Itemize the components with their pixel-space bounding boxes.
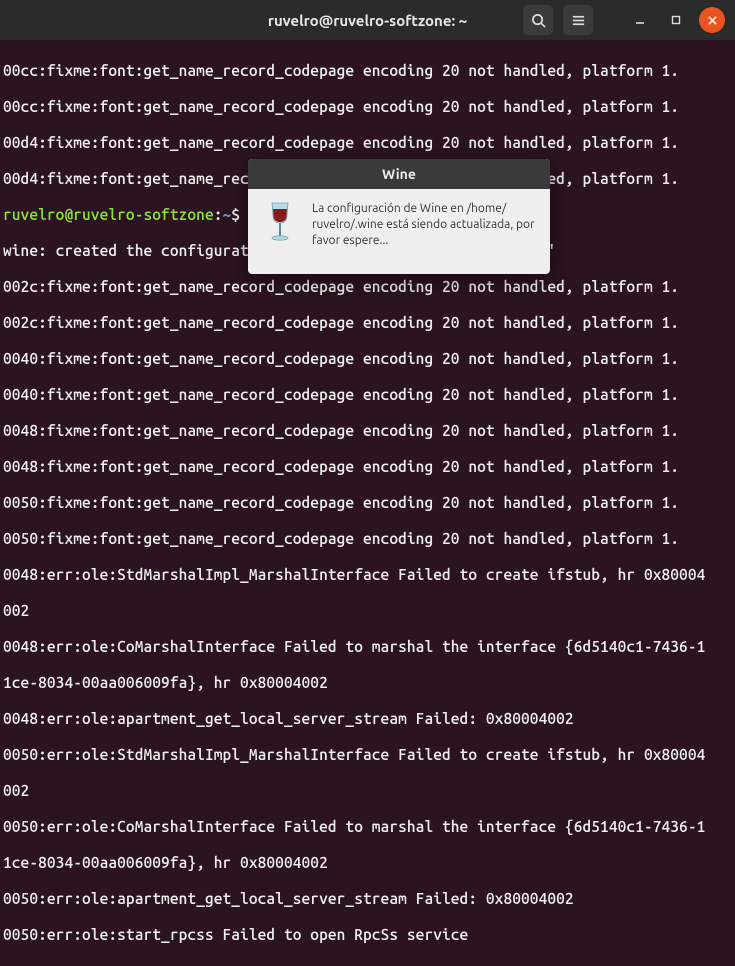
search-icon [531, 13, 546, 28]
terminal-line: 002 [3, 782, 732, 800]
dialog-title: Wine [248, 159, 550, 189]
terminal-line: 002 [3, 602, 732, 620]
hamburger-icon [571, 13, 586, 28]
terminal-line: 0048:err:ole:CoMarshalInterface Failed t… [3, 638, 732, 656]
terminal-line: 0050:err:ole:StdMarshalImpl_MarshalInter… [3, 746, 732, 764]
terminal-line: 0048:fixme:font:get_name_record_codepage… [3, 458, 732, 476]
terminal-line: 00cc:fixme:font:get_name_record_codepage… [3, 98, 732, 116]
close-icon [707, 15, 718, 26]
menu-button[interactable] [563, 5, 593, 35]
terminal-line: 0050:err:ole:CoMarshalInterface Failed t… [3, 818, 732, 836]
terminal-line: 0048:err:ole:StdMarshalImpl_MarshalInter… [3, 566, 732, 584]
minimize-icon [634, 14, 646, 26]
terminal-line: 002c:fixme:font:get_name_record_codepage… [3, 314, 732, 332]
search-button[interactable] [523, 5, 553, 35]
window-titlebar: ruvelro@ruvelro-softzone: ~ [0, 0, 735, 40]
wine-glass-icon [262, 201, 298, 245]
terminal-line: 002c:fixme:font:get_name_record_codepage… [3, 278, 732, 296]
terminal-line: 0050:err:ole:start_rpcss Failed to open … [3, 926, 732, 944]
terminal-line: 1ce-8034-00aa006009fa}, hr 0x80004002 [3, 674, 732, 692]
prompt-user-host: ruvelro@ruvelro-softzone [3, 206, 214, 223]
terminal-line: 00d4:fixme:font:get_name_record_codepage… [3, 134, 732, 152]
terminal-line: 0048:fixme:font:get_name_record_codepage… [3, 422, 732, 440]
terminal-line: 0050:fixme:font:get_name_record_codepage… [3, 494, 732, 512]
terminal-line: 0050:fixme:font:get_name_record_codepage… [3, 530, 732, 548]
wine-dialog: Wine La configuración de Wine en /home/ … [248, 159, 550, 274]
terminal-line: 0050:err:ole:apartment_get_local_server_… [3, 890, 732, 908]
maximize-button[interactable] [663, 7, 689, 33]
prompt-path: ~ [223, 206, 232, 223]
terminal-line: 1ce-8034-00aa006009fa}, hr 0x80004002 [3, 854, 732, 872]
dialog-message: La configuración de Wine en /home/ ruvel… [312, 201, 535, 250]
close-button[interactable] [699, 7, 725, 33]
terminal-line: 0048:err:ole:apartment_get_local_server_… [3, 710, 732, 728]
terminal-line: 00cc:fixme:font:get_name_record_codepage… [3, 62, 732, 80]
terminal-line: 0040:fixme:font:get_name_record_codepage… [3, 386, 732, 404]
minimize-button[interactable] [627, 7, 653, 33]
maximize-icon [670, 14, 682, 26]
terminal-line: 0040:fixme:font:get_name_record_codepage… [3, 350, 732, 368]
